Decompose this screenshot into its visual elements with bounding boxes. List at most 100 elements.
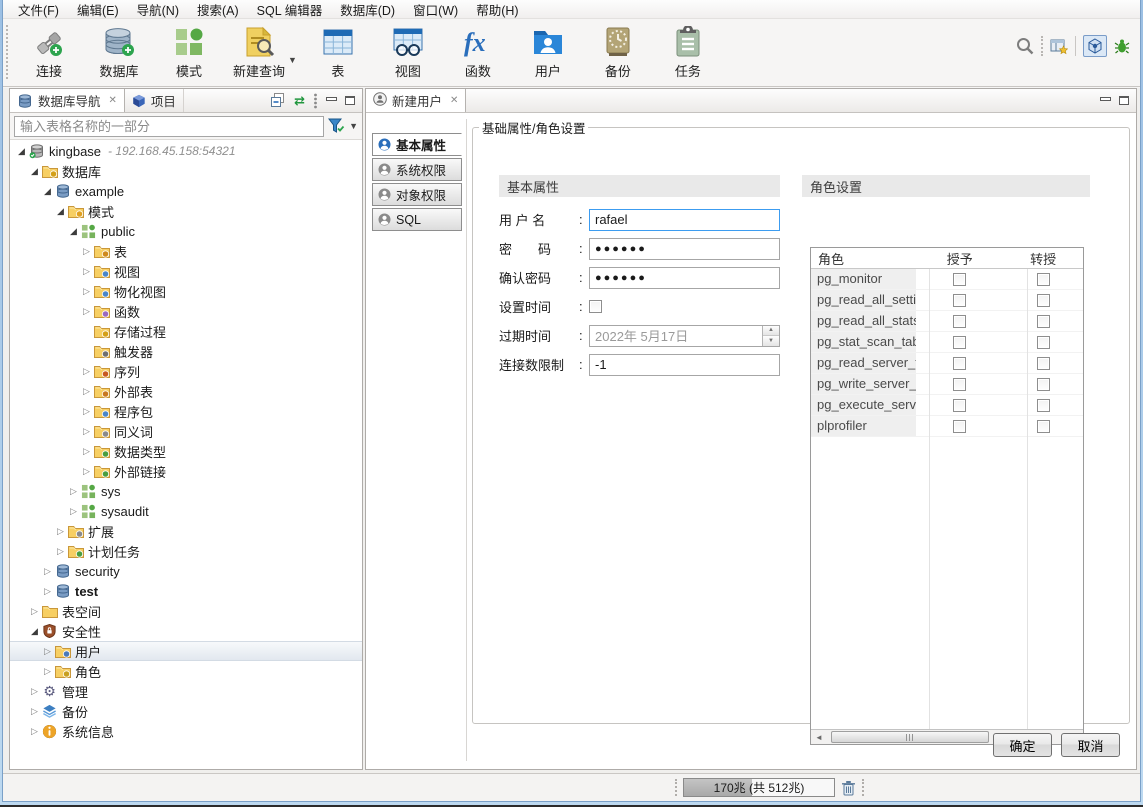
expander-icon[interactable] [80, 301, 93, 321]
maximize-icon[interactable] [345, 96, 355, 105]
toolbar-button-user[interactable]: 用户 [513, 24, 583, 82]
role-row-plprofiler[interactable]: plprofiler [811, 416, 1083, 437]
expander-icon[interactable] [67, 501, 80, 521]
expander-icon[interactable] [28, 701, 41, 721]
menu-item-database[interactable]: 数据库(D) [331, 0, 404, 20]
grant-checkbox[interactable] [953, 272, 967, 286]
tree-item-security[interactable]: 安全性 [10, 621, 362, 641]
expander-icon[interactable] [67, 221, 80, 241]
menu-item-search[interactable]: 搜索(A) [188, 0, 248, 20]
username-field[interactable]: rafael [589, 208, 780, 231]
expander-icon[interactable] [41, 661, 54, 681]
tree-item-procedures[interactable]: 存储过程 [10, 321, 362, 341]
table-filter-input[interactable] [14, 115, 325, 137]
ok-button[interactable]: 确定 [993, 733, 1052, 757]
tree-item-public[interactable]: public [10, 221, 362, 241]
toolbar-icon-database-perspective[interactable] [1083, 35, 1107, 57]
filter-dropdown-icon[interactable]: ▼ [349, 121, 358, 131]
expander-icon[interactable] [28, 161, 41, 181]
role-row-pg_execute_server[interactable]: pg_execute_server [811, 395, 1083, 416]
expander-icon[interactable] [28, 721, 41, 741]
toolbar-button-schema[interactable]: 模式 [154, 24, 224, 82]
close-icon[interactable]: ✕ [109, 95, 117, 106]
role-row-pg_read_all_setting[interactable]: pg_read_all_setting [811, 290, 1083, 311]
tree-item-functions[interactable]: 函数 [10, 301, 362, 321]
expander-icon[interactable] [80, 361, 93, 381]
regrant-checkbox[interactable] [1036, 314, 1050, 328]
grant-checkbox[interactable] [953, 419, 967, 433]
role-row-pg_read_server_fil[interactable]: pg_read_server_fil [811, 353, 1083, 374]
regrant-checkbox[interactable] [1036, 377, 1050, 391]
grant-checkbox[interactable] [953, 314, 967, 328]
regrant-checkbox[interactable] [1036, 419, 1050, 433]
toolbar-button-backup[interactable]: 备份 [583, 24, 653, 82]
tree-item-backup[interactable]: 备份 [10, 701, 362, 721]
view-menu-icon[interactable] [313, 93, 318, 109]
tree-item-extensions[interactable]: 扩展 [10, 521, 362, 541]
expander-icon[interactable] [41, 641, 54, 661]
menu-item-window[interactable]: 窗口(W) [404, 0, 467, 20]
link-editor-icon[interactable]: ⇄ [294, 94, 305, 107]
grant-checkbox[interactable] [953, 377, 967, 391]
expander-icon[interactable] [80, 241, 93, 261]
side-tab-sql[interactable]: SQL [372, 208, 462, 231]
menu-item-file[interactable]: 文件(F) [9, 0, 68, 20]
toolbar-button-view[interactable]: 视图 [373, 24, 443, 82]
role-row-pg_read_all_stats[interactable]: pg_read_all_stats [811, 311, 1083, 332]
tree-item-tablespaces[interactable]: 表空间 [10, 601, 362, 621]
tree-item-sequences[interactable]: 序列 [10, 361, 362, 381]
grant-checkbox[interactable] [953, 335, 967, 349]
toolbar-button-task[interactable]: 任务 [653, 24, 723, 82]
tree-item-schemas[interactable]: 模式 [10, 201, 362, 221]
expander-icon[interactable] [41, 581, 54, 601]
collapse-all-icon[interactable] [271, 93, 286, 108]
scrollbar-thumb[interactable] [831, 731, 989, 743]
tree-item-triggers[interactable]: 触发器 [10, 341, 362, 361]
regrant-checkbox[interactable] [1036, 293, 1050, 307]
tree-item-example[interactable]: example [10, 181, 362, 201]
tree-item-test-db[interactable]: test [10, 581, 362, 601]
expander-icon[interactable] [28, 621, 41, 641]
toolbar-button-function[interactable]: fx 函数 [443, 24, 513, 82]
role-row-pg_write_server_fil[interactable]: pg_write_server_fil [811, 374, 1083, 395]
expander-icon[interactable] [28, 601, 41, 621]
menu-item-edit[interactable]: 编辑(E) [68, 0, 128, 20]
garbage-collect-icon[interactable] [841, 780, 856, 796]
expander-icon[interactable] [41, 181, 54, 201]
spinner-down-icon[interactable]: ▼ [763, 336, 779, 346]
password-field[interactable]: ●●●●●● [589, 237, 780, 260]
tree-item-packages[interactable]: 程序包 [10, 401, 362, 421]
expander-icon[interactable] [80, 381, 93, 401]
tab-new-user[interactable]: 新建用户 ✕ [366, 89, 467, 112]
expander-icon[interactable] [54, 201, 67, 221]
menu-item-sql-editor[interactable]: SQL 编辑器 [248, 0, 332, 20]
role-row-pg_stat_scan_table[interactable]: pg_stat_scan_table [811, 332, 1083, 353]
tree-item-db-links[interactable]: 外部链接 [10, 461, 362, 481]
grant-checkbox[interactable] [953, 356, 967, 370]
toolbar-button-table[interactable]: 表 [303, 24, 373, 82]
tree-item-system-info[interactable]: 系统信息 [10, 721, 362, 741]
regrant-checkbox[interactable] [1036, 356, 1050, 370]
roles-column-header-0[interactable]: 角色 [811, 248, 916, 268]
set-time-checkbox[interactable] [589, 300, 602, 313]
spinner-up-icon[interactable]: ▲ [763, 325, 779, 336]
grant-checkbox[interactable] [953, 293, 967, 307]
side-tab-system-privs[interactable]: 系统权限 [372, 158, 462, 181]
tree-item-roles[interactable]: 角色 [10, 661, 362, 681]
confirm-password-field[interactable]: ●●●●●● [589, 266, 780, 289]
roles-column-header-2[interactable]: 转授 [1003, 248, 1083, 268]
toolbar-button-new-query[interactable]: 新建查询 [224, 24, 294, 82]
tree-item-users[interactable]: 用户 [10, 641, 362, 661]
tree-item-views[interactable]: 视图 [10, 261, 362, 281]
expander-icon[interactable] [80, 421, 93, 441]
tree-item-administration[interactable]: ⚙ 管理 [10, 681, 362, 701]
expander-icon[interactable] [28, 681, 41, 701]
grant-checkbox[interactable] [953, 398, 967, 412]
toolbar-button-database[interactable]: 数据库 [84, 24, 154, 82]
scroll-left-icon[interactable]: ◄ [811, 730, 827, 744]
tab-project[interactable]: 项目 [125, 89, 184, 112]
connection-limit-field[interactable]: -1 [589, 353, 780, 376]
expander-icon[interactable] [80, 281, 93, 301]
expander-icon[interactable] [15, 141, 28, 161]
tab-database-navigator[interactable]: 数据库导航 ✕ [10, 89, 125, 112]
